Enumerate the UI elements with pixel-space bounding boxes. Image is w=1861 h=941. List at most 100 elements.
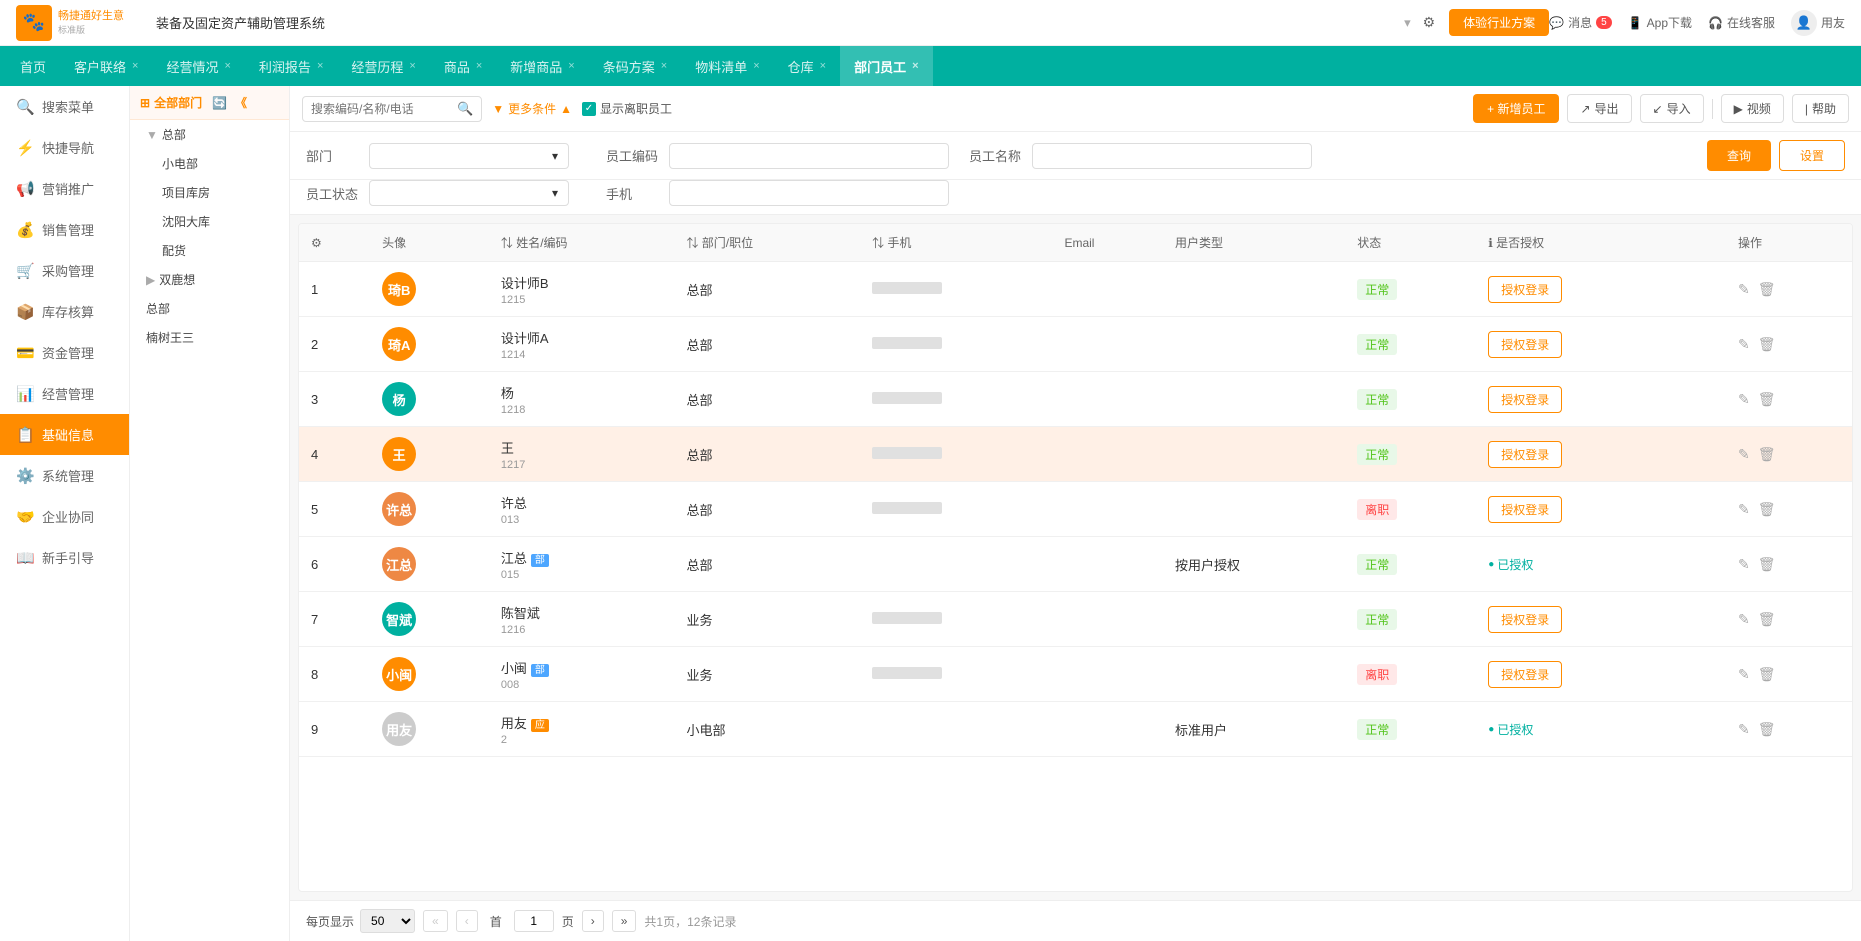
edit-icon[interactable]: ✎ [1738, 721, 1750, 738]
close-icon[interactable]: × [753, 60, 759, 72]
online-service-button[interactable]: 🎧 在线客服 [1708, 14, 1775, 31]
close-icon[interactable]: × [912, 60, 918, 72]
edit-icon[interactable]: ✎ [1738, 446, 1750, 463]
tab-profit[interactable]: 利润报告 × [245, 46, 337, 86]
col-dept[interactable]: ⇅ 部门/职位 [674, 224, 860, 262]
emp-name-input[interactable] [1032, 143, 1312, 169]
first-page-btn[interactable]: « [423, 910, 448, 932]
auth-login-button[interactable]: 授权登录 [1488, 496, 1562, 523]
delete-icon[interactable]: 🗑 [1758, 336, 1776, 353]
delete-icon[interactable]: 🗑 [1758, 281, 1776, 298]
delete-icon[interactable]: 🗑 [1758, 666, 1776, 683]
edit-icon[interactable]: ✎ [1738, 336, 1750, 353]
trial-button[interactable]: 体验行业方案 [1449, 9, 1549, 36]
delete-icon[interactable]: 🗑 [1758, 446, 1776, 463]
tab-customer[interactable]: 客户联络 × [60, 46, 152, 86]
dept-refresh-icon[interactable]: 🔄 [212, 96, 227, 110]
delete-icon[interactable]: 🗑 [1758, 556, 1776, 573]
user-menu-button[interactable]: 👤 用友 [1791, 10, 1845, 36]
next-page-btn[interactable]: › [582, 910, 604, 932]
add-employee-button[interactable]: + 新增员工 [1473, 94, 1559, 123]
close-icon[interactable]: × [568, 60, 574, 72]
delete-icon[interactable]: 🗑 [1758, 721, 1776, 738]
auth-login-button[interactable]: 授权登录 [1488, 331, 1562, 358]
auth-login-button[interactable]: 授权登录 [1488, 386, 1562, 413]
import-button[interactable]: ↙ 导入 [1640, 94, 1704, 123]
sidebar-item-purchase[interactable]: 🛒 采购管理 [0, 250, 129, 291]
dept-node-shenyang[interactable]: 沈阳大库 [138, 207, 289, 236]
dept-node-xiaodianbu[interactable]: 小电部 [138, 149, 289, 178]
per-page-select[interactable]: 50 100 [360, 909, 415, 933]
emp-code-input[interactable] [669, 143, 949, 169]
auth-login-button[interactable]: 授权登录 [1488, 606, 1562, 633]
tab-warehouse[interactable]: 仓库 × [774, 46, 840, 86]
close-icon[interactable]: × [661, 60, 667, 72]
tab-department[interactable]: 部门员工 × [840, 46, 932, 86]
sidebar-item-shortcut[interactable]: ⚡ 快捷导航 [0, 127, 129, 168]
sidebar-item-guide[interactable]: 📖 新手引导 [0, 537, 129, 578]
sidebar-item-business[interactable]: 📊 经营管理 [0, 373, 129, 414]
more-button[interactable]: | 帮助 [1792, 94, 1849, 123]
sidebar-item-marketing[interactable]: 📢 营销推广 [0, 168, 129, 209]
more-filter-btn[interactable]: ▼ 更多条件 ▲ [492, 100, 572, 117]
auth-login-button[interactable]: 授权登录 [1488, 661, 1562, 688]
col-settings[interactable]: ⚙ [299, 224, 370, 262]
auth-login-button[interactable]: 授权登录 [1488, 276, 1562, 303]
close-icon[interactable]: × [224, 60, 230, 72]
video-button[interactable]: ▶ 视频 [1721, 94, 1784, 123]
edit-icon[interactable]: ✎ [1738, 391, 1750, 408]
sidebar-item-basic[interactable]: 📋 基础信息 [0, 414, 129, 455]
export-button[interactable]: ↗ 导出 [1567, 94, 1631, 123]
dept-node-zongbu[interactable]: ▼ 总部 [130, 120, 289, 149]
dept-node-nanshu[interactable]: 楠树王三 [130, 323, 289, 352]
delete-icon[interactable]: 🗑 [1758, 611, 1776, 628]
sidebar-item-inventory[interactable]: 📦 库存核算 [0, 291, 129, 332]
dept-select[interactable]: ▾ [369, 143, 569, 169]
phone-input[interactable] [669, 180, 949, 206]
sidebar-item-sales[interactable]: 💰 销售管理 [0, 209, 129, 250]
auth-login-button[interactable]: 授权登录 [1488, 441, 1562, 468]
edit-icon[interactable]: ✎ [1738, 281, 1750, 298]
tab-history[interactable]: 经营历程 × [337, 46, 429, 86]
tab-bom[interactable]: 物料清单 × [681, 46, 773, 86]
last-page-btn[interactable]: » [612, 910, 637, 932]
show-resigned-toggle[interactable]: ✓ 显示离职员工 [582, 100, 672, 117]
close-icon[interactable]: × [317, 60, 323, 72]
edit-icon[interactable]: ✎ [1738, 666, 1750, 683]
dept-node-peihuo[interactable]: 配货 [138, 236, 289, 265]
tab-add-goods[interactable]: 新增商品 × [496, 46, 588, 86]
search-icon-btn[interactable]: 🔍 [457, 101, 473, 117]
info-icon[interactable]: ℹ [1488, 236, 1493, 250]
sidebar-item-search[interactable]: 🔍 搜索菜单 [0, 86, 129, 127]
page-number-input[interactable] [514, 910, 554, 932]
dept-node-shuanglu[interactable]: ▶ 双鹿想 [130, 265, 289, 294]
set-button[interactable]: 设置 [1779, 140, 1845, 171]
search-input[interactable] [311, 102, 451, 116]
edit-icon[interactable]: ✎ [1738, 556, 1750, 573]
query-button[interactable]: 查询 [1707, 140, 1771, 171]
close-icon[interactable]: × [820, 60, 826, 72]
settings-icon[interactable]: ⚙ [1423, 14, 1436, 31]
prev-page-btn[interactable]: ‹ [456, 910, 478, 932]
tab-home[interactable]: 首页 [6, 46, 60, 86]
dept-node-project[interactable]: 项目库房 [138, 178, 289, 207]
app-download-button[interactable]: 📱 App下载 [1628, 14, 1692, 31]
delete-icon[interactable]: 🗑 [1758, 501, 1776, 518]
col-phone[interactable]: ⇅ 手机 [860, 224, 1052, 262]
tab-operation[interactable]: 经营情况 × [152, 46, 244, 86]
close-icon[interactable]: × [132, 60, 138, 72]
dept-node-zongbu2[interactable]: 总部 [130, 294, 289, 323]
close-icon[interactable]: × [409, 60, 415, 72]
sidebar-item-system[interactable]: ⚙️ 系统管理 [0, 455, 129, 496]
tab-goods[interactable]: 商品 × [430, 46, 496, 86]
sidebar-item-collab[interactable]: 🤝 企业协同 [0, 496, 129, 537]
close-icon[interactable]: × [476, 60, 482, 72]
dept-collapse-icon[interactable]: 《 [235, 94, 247, 111]
tab-barcode[interactable]: 条码方案 × [589, 46, 681, 86]
status-select[interactable]: ▾ [369, 180, 569, 206]
sidebar-item-finance[interactable]: 💳 资金管理 [0, 332, 129, 373]
delete-icon[interactable]: 🗑 [1758, 391, 1776, 408]
message-button[interactable]: 💬 消息 5 [1549, 14, 1612, 31]
edit-icon[interactable]: ✎ [1738, 611, 1750, 628]
col-name[interactable]: ⇅ 姓名/编码 [489, 224, 675, 262]
